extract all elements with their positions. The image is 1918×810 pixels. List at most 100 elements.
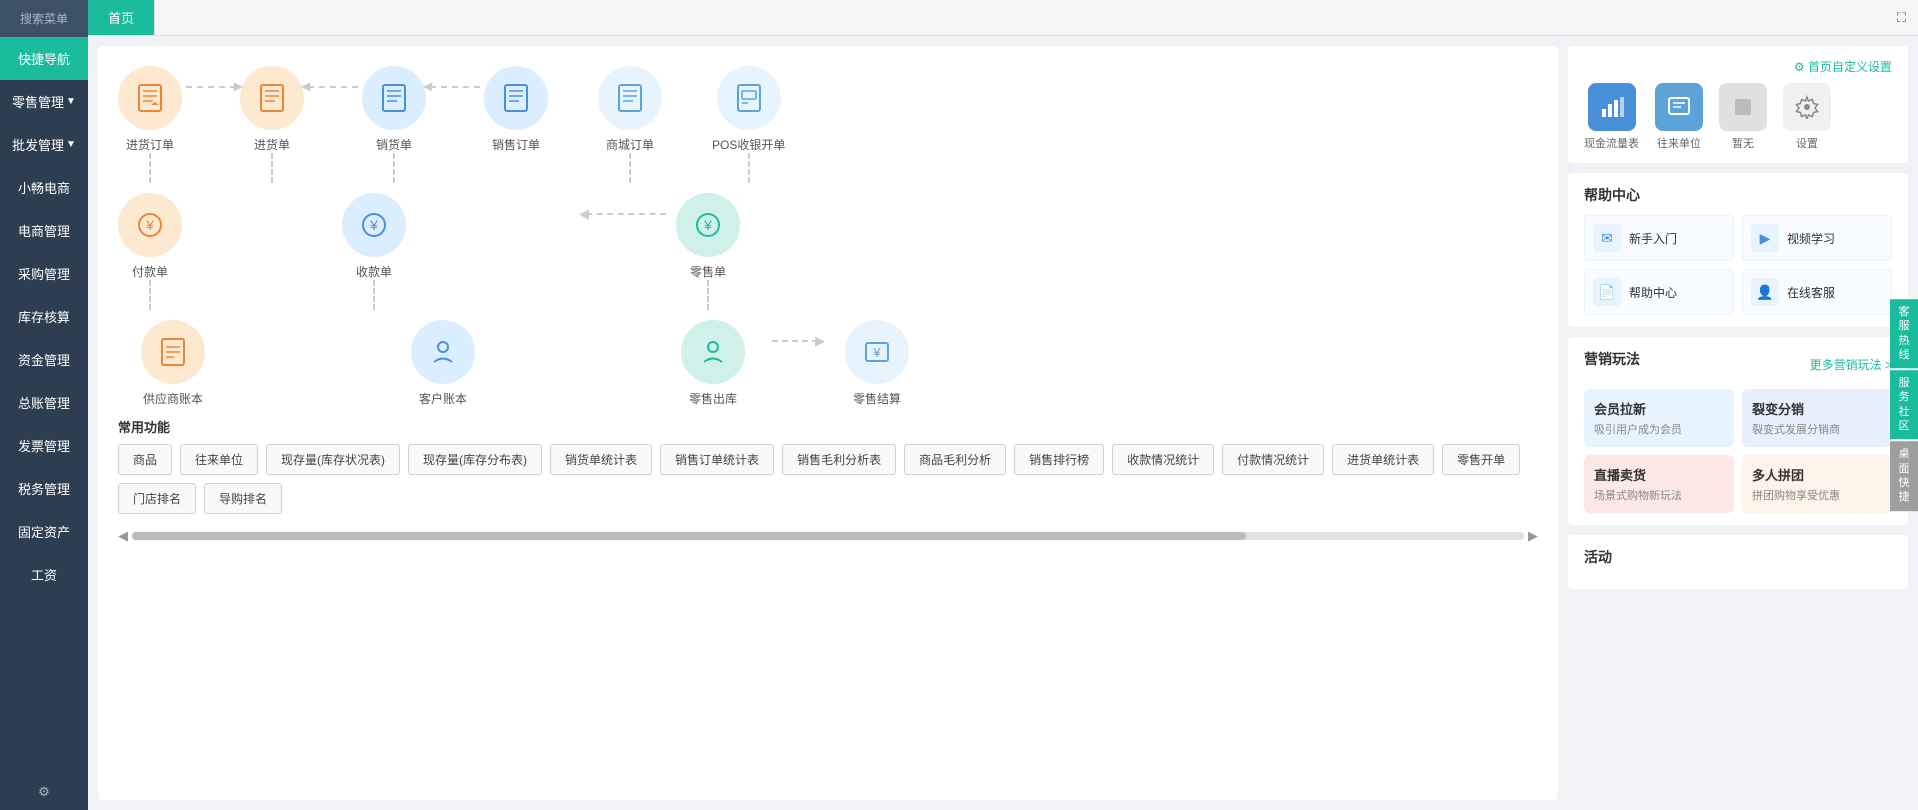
purchase-bill-icon (240, 66, 304, 130)
settings-label: 设置 (1796, 135, 1818, 151)
quick-nav-icons: 现金流量表 往来单位 暂无 (1584, 83, 1892, 151)
cf-btn-stock-dist[interactable]: 现存量(库存分布表) (408, 444, 542, 475)
sidebar-search[interactable]: 搜索菜单 (0, 0, 88, 37)
marketing-item-member[interactable]: 会员拉新 吸引用户成为会员 (1584, 389, 1734, 447)
expand-icon[interactable]: ⛶ (1885, 2, 1918, 34)
sidebar-item-payroll[interactable]: 工资 (0, 553, 88, 596)
help-item-beginner[interactable]: ✉ 新手入门 (1584, 215, 1734, 261)
help-item-support[interactable]: 👤 在线客服 (1742, 269, 1892, 315)
node-retail-settlement[interactable]: ¥ 零售结算 (822, 320, 932, 407)
chevron-down-icon: ▼ (66, 96, 76, 107)
sidebar-item-invoice[interactable]: 发票管理 (0, 424, 88, 467)
help-item-video[interactable]: ▶ 视频学习 (1742, 215, 1892, 261)
node-pos[interactable]: POS收银开单 (712, 66, 785, 183)
help-center: 帮助中心 ✉ 新手入门 ▶ 视频学习 📄 帮助中心 👤 (1568, 173, 1908, 327)
down-connector-rec (373, 280, 375, 310)
cf-btn-payment-stats[interactable]: 付款情况统计 (1222, 444, 1324, 475)
cf-btn-purchase-stats[interactable]: 进货单统计表 (1332, 444, 1434, 475)
cf-btn-store-rank[interactable]: 门店排名 (118, 483, 196, 514)
node-sales-bill[interactable]: 销货单 (362, 66, 426, 183)
cf-btn-partner[interactable]: 往来单位 (180, 444, 258, 475)
float-btn-desktop[interactable]: 桌面快捷 (1890, 442, 1918, 511)
node-purchase-order[interactable]: 进货订单 (118, 66, 182, 183)
sidebar-item-fixed-assets[interactable]: 固定资产 (0, 510, 88, 553)
sidebar-item-inventory[interactable]: 库存核算 (0, 295, 88, 338)
quick-nav-partner[interactable]: 往来单位 (1655, 83, 1703, 151)
help-item-help[interactable]: 📄 帮助中心 (1584, 269, 1734, 315)
cf-btn-goods-profit[interactable]: 商品毛利分析 (904, 444, 1006, 475)
cf-btn-retail-order[interactable]: 零售开单 (1442, 444, 1520, 475)
marketing-item-fission[interactable]: 裂变分销 裂变式发展分销商 (1742, 389, 1892, 447)
sidebar-item-general-ledger[interactable]: 总账管理 (0, 381, 88, 424)
marketing-more-link[interactable]: 更多营销玩法 > (1810, 356, 1892, 373)
marketing-item-live[interactable]: 直播卖货 场景式购物新玩法 (1584, 455, 1734, 513)
mall-order-icon (598, 66, 662, 130)
retail-settlement-icon: ¥ (845, 320, 909, 384)
marketing-grid: 会员拉新 吸引用户成为会员 裂变分销 裂变式发展分销商 直播卖货 场景式购物新玩… (1584, 389, 1892, 513)
retail-outbound-icon (681, 320, 745, 384)
sales-order-icon (484, 66, 548, 130)
live-title: 直播卖货 (1594, 465, 1724, 484)
sidebar-settings-icon[interactable]: ⚙ (0, 774, 88, 810)
homepage-settings-link[interactable]: ⚙ 首页自定义设置 (1584, 58, 1892, 75)
node-supplier-account[interactable]: 供应商账本 (118, 320, 228, 407)
node-customer-account[interactable]: 客户账本 (388, 320, 498, 407)
float-btn-community[interactable]: 服务社区 (1890, 370, 1918, 439)
down-connector-3 (393, 153, 395, 183)
node-receipt[interactable]: ¥ 收款单 (342, 193, 406, 310)
sidebar-item-tax[interactable]: 税务管理 (0, 467, 88, 510)
receipt-icon: ¥ (342, 193, 406, 257)
scroll-left-arrow[interactable]: ◀ (118, 528, 128, 544)
beginner-label: 新手入门 (1629, 230, 1677, 247)
sidebar-item-retail[interactable]: 零售管理 ▼ (0, 80, 88, 123)
scroll-thumb[interactable] (132, 532, 1246, 540)
scroll-track[interactable] (132, 532, 1524, 540)
scroll-bar: ◀ ▶ (118, 524, 1538, 548)
sidebar-item-ecommerce-mgmt[interactable]: 电商管理 (0, 209, 88, 252)
cf-btn-goods[interactable]: 商品 (118, 444, 172, 475)
sales-bill-label: 销货单 (376, 136, 412, 153)
group-title: 多人拼团 (1752, 465, 1882, 484)
float-btn-hotline[interactable]: 客服热线 (1890, 299, 1918, 368)
customer-account-label: 客户账本 (419, 390, 467, 407)
node-purchase-bill[interactable]: 进货单 (240, 66, 304, 183)
sidebar-item-ecommerce-small[interactable]: 小畅电商 (0, 166, 88, 209)
member-desc: 吸引用户成为会员 (1594, 421, 1724, 437)
node-retail-outbound[interactable]: 零售出库 (658, 320, 768, 407)
quick-nav-bar: ⚙ 首页自定义设置 现金流量表 往来单位 (1568, 46, 1908, 163)
sidebar-item-purchase[interactable]: 采购管理 (0, 252, 88, 295)
sidebar-item-quick-nav[interactable]: 快捷导航 (0, 37, 88, 80)
cf-btn-sales-stats[interactable]: 销货单统计表 (550, 444, 652, 475)
fission-title: 裂变分销 (1752, 399, 1882, 418)
node-payment[interactable]: ¥ 付款单 (118, 193, 182, 310)
settings-icon-box (1783, 83, 1831, 131)
sidebar-item-wholesale[interactable]: 批发管理 ▼ (0, 123, 88, 166)
scroll-right-arrow[interactable]: ▶ (1528, 528, 1538, 544)
quick-nav-cashflow[interactable]: 现金流量表 (1584, 83, 1639, 151)
down-connector-1 (149, 153, 151, 183)
help-grid: ✉ 新手入门 ▶ 视频学习 📄 帮助中心 👤 在线客服 (1584, 215, 1892, 315)
payment-icon: ¥ (118, 193, 182, 257)
cashflow-label: 现金流量表 (1584, 135, 1639, 151)
cf-btn-receipt-stats[interactable]: 收款情况统计 (1112, 444, 1214, 475)
workflow-container: 进货订单 ▶ 进货单 (118, 66, 1538, 407)
activity-section: 活动 (1568, 535, 1908, 589)
customer-account-icon (411, 320, 475, 384)
node-sales-order[interactable]: 销售订单 (484, 66, 548, 153)
cf-btn-sales-profit[interactable]: 销售毛利分析表 (782, 444, 896, 475)
quick-nav-settings[interactable]: 设置 (1783, 83, 1831, 151)
cf-btn-sales-order-stats[interactable]: 销售订单统计表 (660, 444, 774, 475)
cf-btn-stock-status[interactable]: 现存量(库存状况表) (266, 444, 400, 475)
sidebar-item-finance[interactable]: 资金管理 (0, 338, 88, 381)
node-mall-order[interactable]: 商城订单 (598, 66, 662, 183)
cf-btn-guide-rank[interactable]: 导购排名 (204, 483, 282, 514)
svg-text:¥: ¥ (872, 345, 881, 360)
partner-icon-box (1655, 83, 1703, 131)
node-retail-bill[interactable]: ¥ 零售单 (676, 193, 740, 310)
help-doc-icon: 📄 (1593, 278, 1621, 306)
marketing-item-group[interactable]: 多人拼团 拼团购物享受优惠 (1742, 455, 1892, 513)
quick-nav-none[interactable]: 暂无 (1719, 83, 1767, 151)
cf-btn-sales-rank[interactable]: 销售排行榜 (1014, 444, 1104, 475)
tab-home[interactable]: 首页 (88, 0, 155, 35)
down-connector-2 (271, 153, 273, 183)
